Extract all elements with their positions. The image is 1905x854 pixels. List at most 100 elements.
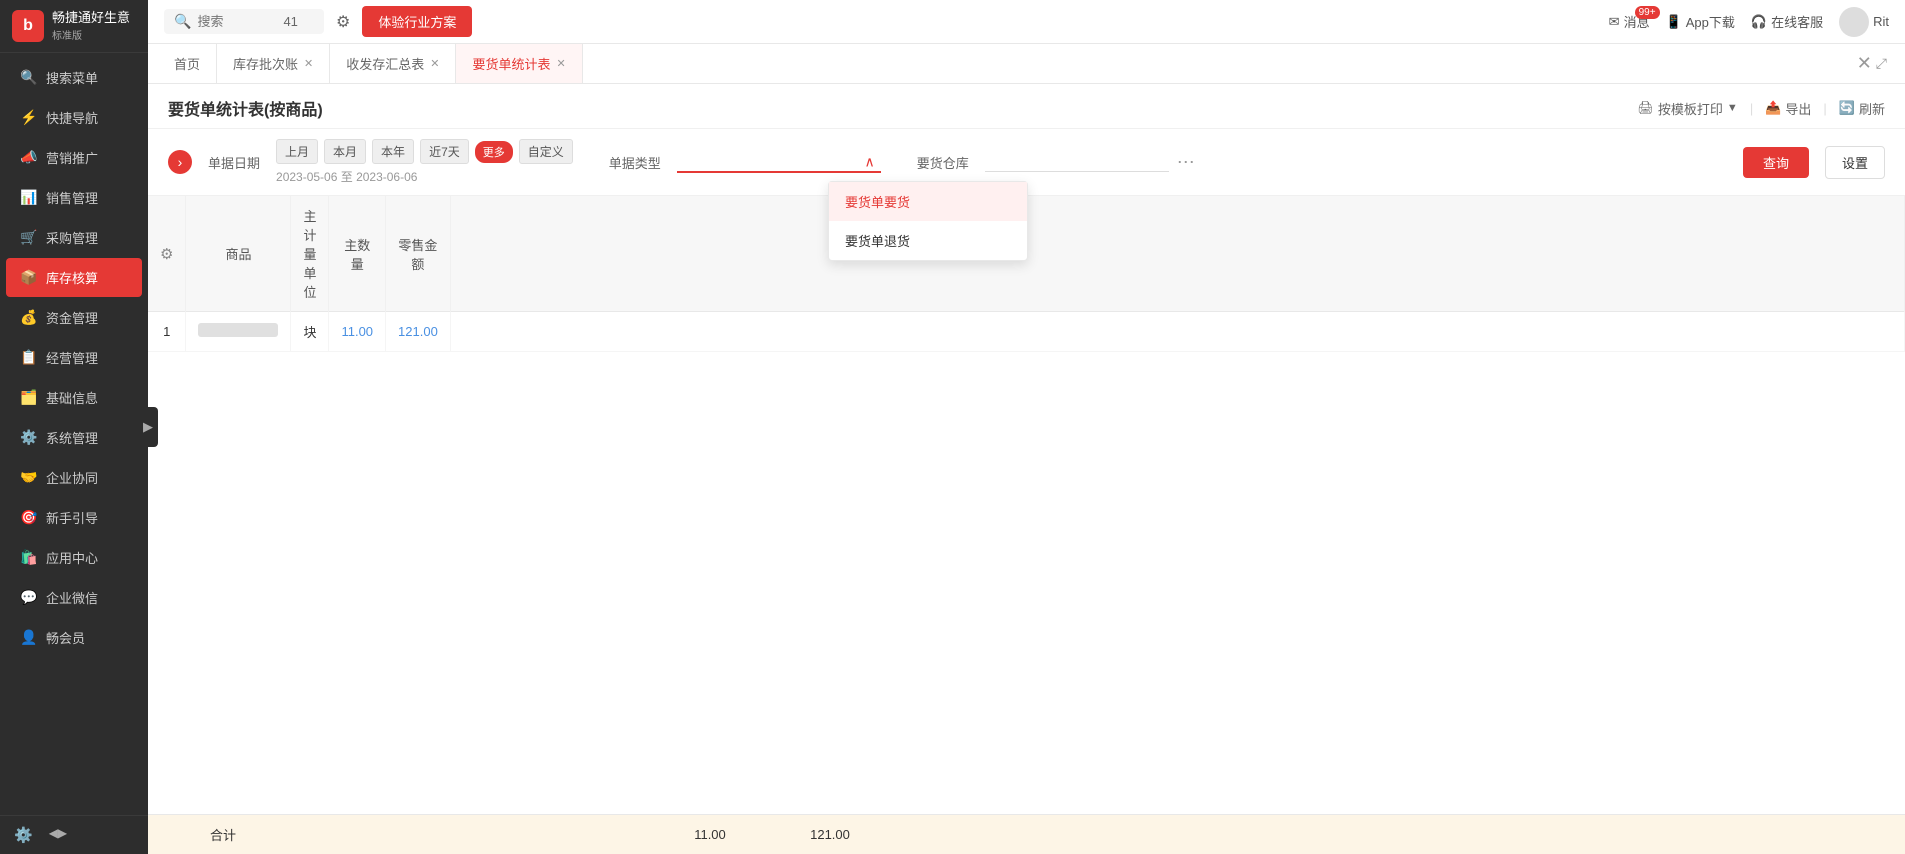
quicknav-icon: ⚡ bbox=[20, 109, 38, 127]
sidebar-item-inventory[interactable]: 📦 库存核算 bbox=[6, 258, 142, 297]
app-download-btn[interactable]: 📱 App下载 bbox=[1666, 12, 1735, 31]
messages-btn[interactable]: ✉ 99+ 消息 bbox=[1609, 12, 1650, 31]
operation-icon: 📋 bbox=[20, 349, 38, 367]
sidebar-item-appstore[interactable]: 🛍️ 应用中心 bbox=[6, 538, 142, 577]
sidebar-menu: 🔍 搜索菜单 ⚡ 快捷导航 📣 营销推广 📊 销售管理 🛒 采购管理 📦 库存核… bbox=[0, 53, 148, 815]
tab-close-all[interactable]: ✕ ⤢ bbox=[1849, 53, 1895, 74]
tab-receivable[interactable]: 收发存汇总表 ✕ bbox=[330, 44, 456, 83]
sidebar-toggle[interactable]: ▶ bbox=[138, 407, 158, 447]
app-logo: b 畅捷通好生意 标准版 bbox=[0, 0, 148, 53]
industry-btn[interactable]: 体验行业方案 bbox=[362, 6, 472, 37]
member-icon: 👤 bbox=[20, 629, 38, 647]
avatar bbox=[1839, 7, 1869, 37]
message-badge: 99+ bbox=[1635, 6, 1660, 19]
warehouse-more-icon[interactable]: ⋯ bbox=[1177, 152, 1195, 173]
tab-inventory-batch[interactable]: 库存批次账 ✕ bbox=[217, 44, 330, 83]
type-select[interactable] bbox=[677, 152, 881, 173]
sidebar-item-label: 应用中心 bbox=[46, 548, 98, 567]
appstore-icon: 🛍️ bbox=[20, 549, 38, 567]
dropdown-item-request[interactable]: 要货单要货 bbox=[829, 182, 1027, 221]
wechat-icon: 💬 bbox=[20, 589, 38, 607]
logo-icon: b bbox=[12, 10, 44, 42]
sidebar-item-finance[interactable]: 💰 资金管理 bbox=[6, 298, 142, 337]
export-btn[interactable]: 📤 导出 bbox=[1765, 99, 1811, 118]
row-amount[interactable]: 121.00 bbox=[386, 312, 451, 352]
app-subtitle: 标准版 bbox=[52, 27, 130, 42]
row-unit: 块 bbox=[291, 312, 329, 352]
sidebar-item-label: 库存核算 bbox=[46, 268, 98, 287]
main-area: 🔍 41 ⚙ 体验行业方案 ✉ 99+ 消息 📱 App下载 🎧 在线客服 R bbox=[148, 0, 1905, 854]
sidebar-item-purchase[interactable]: 🛒 采购管理 bbox=[6, 218, 142, 257]
dropdown-item-return[interactable]: 要货单退货 bbox=[829, 221, 1027, 260]
sidebar-item-label: 企业微信 bbox=[46, 588, 98, 607]
sales-icon: 📊 bbox=[20, 189, 38, 207]
date-this-month[interactable]: 本月 bbox=[324, 139, 366, 164]
sidebar-item-marketing[interactable]: 📣 营销推广 bbox=[6, 138, 142, 177]
sidebar-item-search[interactable]: 🔍 搜索菜单 bbox=[6, 58, 142, 97]
sidebar-item-label: 采购管理 bbox=[46, 228, 98, 247]
refresh-icon: 🔄 bbox=[1839, 100, 1855, 116]
col-qty: 主数量 bbox=[329, 196, 386, 312]
collapse-icon[interactable]: ◀▶ bbox=[49, 826, 67, 844]
search-icon-topbar: 🔍 bbox=[174, 13, 191, 30]
date-custom[interactable]: 自定义 bbox=[519, 139, 573, 164]
date-this-year[interactable]: 本年 bbox=[372, 139, 414, 164]
export-icon: 📤 bbox=[1765, 100, 1781, 116]
topbar-search[interactable]: 🔍 41 bbox=[164, 9, 324, 34]
purchase-icon: 🛒 bbox=[20, 229, 38, 247]
query-btn[interactable]: 查询 bbox=[1743, 147, 1809, 178]
search-icon: 🔍 bbox=[20, 69, 38, 87]
type-select-wrap: ∧ bbox=[677, 152, 881, 173]
print-label: 按模板打印 bbox=[1658, 99, 1723, 118]
col-extra bbox=[450, 196, 1904, 312]
row-product bbox=[186, 312, 291, 352]
refresh-btn[interactable]: 🔄 刷新 bbox=[1839, 99, 1885, 118]
warehouse-input[interactable] bbox=[985, 152, 1169, 172]
sidebar-item-system[interactable]: ⚙️ 系统管理 bbox=[6, 418, 142, 457]
sidebar-item-sales[interactable]: 📊 销售管理 bbox=[6, 178, 142, 217]
settings-icon[interactable]: ⚙️ bbox=[14, 826, 33, 844]
date-more-tag[interactable]: 更多 bbox=[475, 141, 513, 163]
col-settings[interactable]: ⚙ bbox=[148, 196, 186, 312]
date-last-month[interactable]: 上月 bbox=[276, 139, 318, 164]
user-name: Rit bbox=[1873, 14, 1889, 29]
sidebar-item-quicknav[interactable]: ⚡ 快捷导航 bbox=[6, 98, 142, 137]
tab-home[interactable]: 首页 bbox=[158, 44, 217, 83]
app-title: 畅捷通好生意 bbox=[52, 10, 130, 27]
marketing-icon: 📣 bbox=[20, 149, 38, 167]
tab-receivable-close[interactable]: ✕ bbox=[430, 57, 439, 70]
col-amount: 零售金额 bbox=[386, 196, 451, 312]
basic-icon: 🗂️ bbox=[20, 389, 38, 407]
settings-filter-btn[interactable]: 设置 bbox=[1825, 146, 1885, 179]
sidebar-item-operation[interactable]: 📋 经营管理 bbox=[6, 338, 142, 377]
sidebar-item-label: 企业协同 bbox=[46, 468, 98, 487]
print-btn[interactable]: 🖨 按模板打印 ▼ bbox=[1637, 99, 1737, 118]
inventory-icon: 📦 bbox=[20, 269, 38, 287]
date-7days[interactable]: 近7天 bbox=[420, 139, 469, 164]
filter-toggle-btn[interactable]: › bbox=[168, 150, 192, 174]
sidebar-item-label: 快捷导航 bbox=[46, 108, 98, 127]
service-btn[interactable]: 🎧 在线客服 bbox=[1751, 12, 1823, 31]
sidebar-item-coop[interactable]: 🤝 企业协同 bbox=[6, 458, 142, 497]
tab-order-stats-close[interactable]: ✕ bbox=[557, 57, 566, 70]
tab-order-stats[interactable]: 要货单统计表 ✕ bbox=[456, 44, 582, 83]
topbar-gear-icon[interactable]: ⚙ bbox=[336, 12, 350, 32]
sidebar-item-guide[interactable]: 🎯 新手引导 bbox=[6, 498, 142, 537]
type-dropdown: 要货单要货 要货单退货 bbox=[828, 181, 1028, 261]
table-settings-icon[interactable]: ⚙ bbox=[160, 246, 173, 263]
sidebar-item-member[interactable]: 👤 畅会员 bbox=[6, 618, 142, 657]
sidebar-item-basic[interactable]: 🗂️ 基础信息 bbox=[6, 378, 142, 417]
user-profile[interactable]: Rit bbox=[1839, 7, 1889, 37]
page-title: 要货单统计表(按商品) bbox=[168, 96, 323, 120]
sidebar-item-label: 基础信息 bbox=[46, 388, 98, 407]
row-qty[interactable]: 11.00 bbox=[329, 312, 386, 352]
app-download-label: App下载 bbox=[1686, 12, 1735, 31]
footer-qty: 11.00 bbox=[650, 827, 770, 842]
phone-icon: 📱 bbox=[1666, 14, 1682, 30]
sidebar-item-label: 系统管理 bbox=[46, 428, 98, 447]
tab-inventory-batch-close[interactable]: ✕ bbox=[304, 57, 313, 70]
sidebar-item-wechat[interactable]: 💬 企业微信 bbox=[6, 578, 142, 617]
data-table-wrap: ⚙ 商品 主计量单位 主数量 零售金额 1 bbox=[148, 196, 1905, 814]
topbar: 🔍 41 ⚙ 体验行业方案 ✉ 99+ 消息 📱 App下载 🎧 在线客服 R bbox=[148, 0, 1905, 44]
search-input[interactable] bbox=[197, 14, 277, 29]
